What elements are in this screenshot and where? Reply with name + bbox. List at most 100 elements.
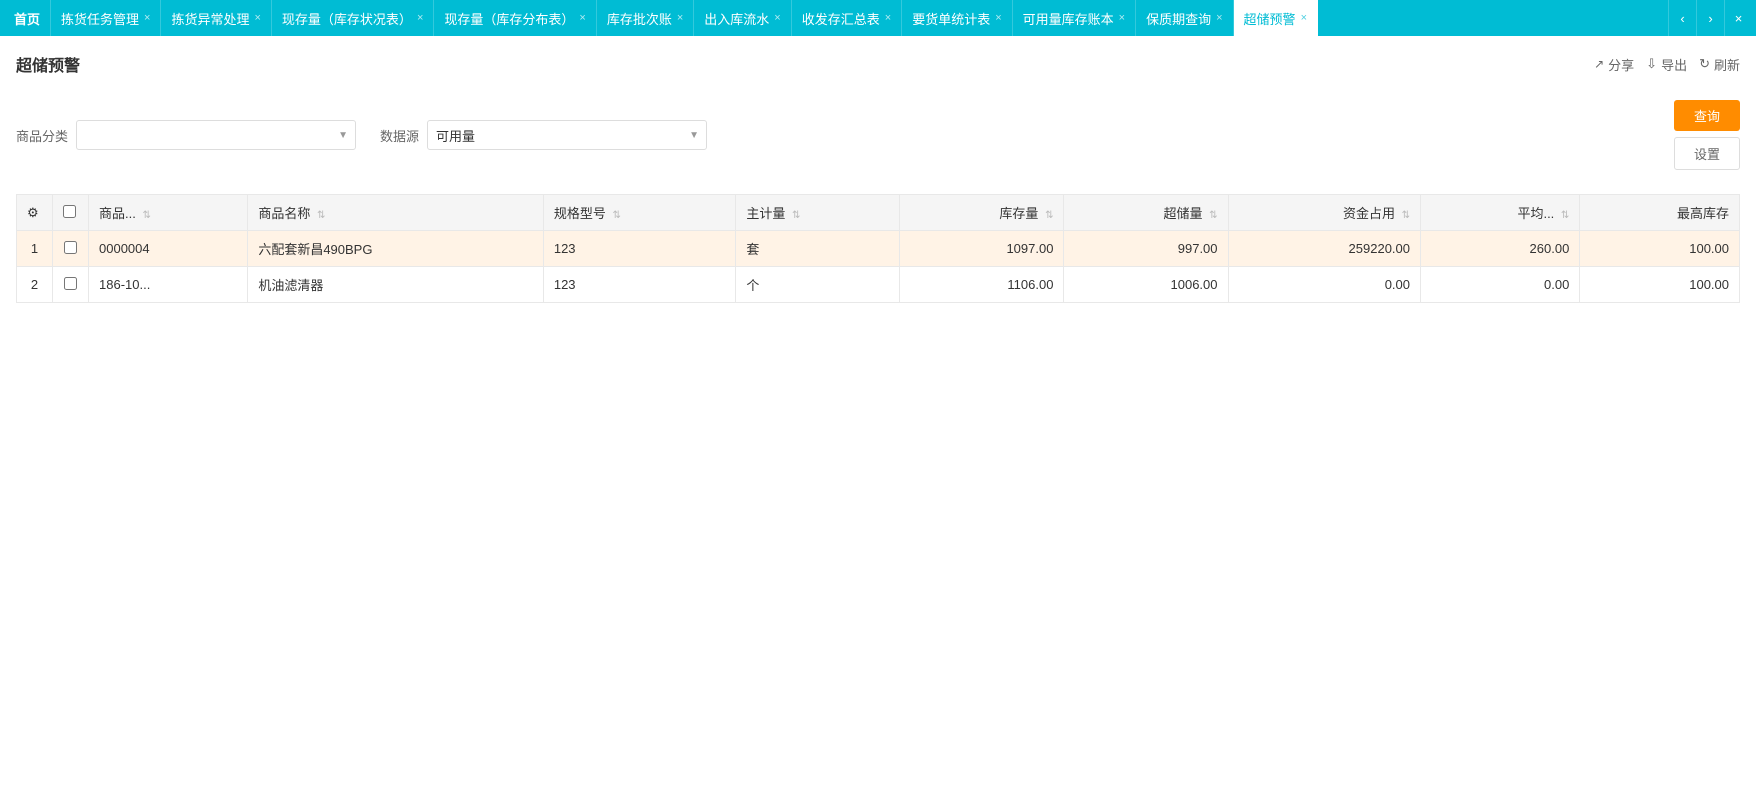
export-label: 导出 [1661, 55, 1687, 74]
th-product-name[interactable]: 商品名称 ⇅ [248, 195, 544, 231]
filter-buttons: 查询 设置 [1674, 100, 1740, 170]
tab-label: 现存量（库存状况表） [282, 9, 412, 28]
th-stock[interactable]: 库存量 ⇅ [900, 195, 1064, 231]
share-label: 分享 [1608, 55, 1634, 74]
product-category-input[interactable] [85, 128, 327, 143]
nav-tab-8[interactable]: 要货单统计表 × [902, 0, 1012, 36]
sort-icon-product-code: ⇅ [142, 210, 150, 221]
th-capital[interactable]: 资金占用 ⇅ [1228, 195, 1420, 231]
filter-row: 商品分类 ▼ 数据源 可用量 ▼ 查询 设置 [16, 92, 1740, 178]
nav-tab-3[interactable]: 现存量（库存状况表） × [272, 0, 434, 36]
th-unit[interactable]: 主计量 ⇅ [736, 195, 900, 231]
tab-label: 可用量库存账本 [1023, 9, 1114, 28]
nav-tab-7[interactable]: 收发存汇总表 × [792, 0, 902, 36]
row-avg: 260.00 [1421, 231, 1580, 267]
product-category-label: 商品分类 [16, 126, 68, 145]
row-checkbox-1[interactable] [64, 277, 77, 290]
tab-close-3[interactable]: × [417, 12, 423, 24]
row-capital: 0.00 [1228, 267, 1420, 303]
tab-close-10[interactable]: × [1216, 12, 1222, 24]
row-product-code: 0000004 [89, 231, 248, 267]
table-row: 2 186-10... 机油滤清器 123 个 1106.00 1006.00 … [17, 267, 1740, 303]
th-product-code[interactable]: 商品... ⇅ [89, 195, 248, 231]
data-source-select[interactable]: 可用量 [427, 120, 707, 150]
nav-tab-9[interactable]: 可用量库存账本 × [1013, 0, 1136, 36]
row-stock: 1097.00 [900, 231, 1064, 267]
tab-close-4[interactable]: × [579, 12, 585, 24]
product-category-select-wrapper: ▼ [76, 120, 356, 150]
data-source-select-wrapper: 可用量 ▼ [427, 120, 707, 150]
row-product-name: 六配套新昌490BPG [248, 231, 544, 267]
sort-icon-spec: ⇅ [612, 210, 620, 221]
share-icon: ↗ [1594, 57, 1604, 71]
th-max-stock[interactable]: 最高库存 [1580, 195, 1740, 231]
th-spec[interactable]: 规格型号 ⇅ [543, 195, 735, 231]
row-capital: 259220.00 [1228, 231, 1420, 267]
row-avg: 0.00 [1421, 267, 1580, 303]
tab-label: 拣货任务管理 [61, 9, 139, 28]
nav-prev-arrow[interactable]: ‹ [1668, 0, 1696, 36]
th-checkbox[interactable] [53, 195, 89, 231]
row-max-stock: 100.00 [1580, 231, 1740, 267]
nav-home[interactable]: 首页 [4, 0, 51, 36]
tab-close-1[interactable]: × [144, 12, 150, 24]
tab-close-5[interactable]: × [677, 12, 683, 24]
row-gear-cell: 1 [17, 231, 53, 267]
tab-label: 拣货异常处理 [171, 9, 249, 28]
row-overstock: 1006.00 [1064, 267, 1228, 303]
nav-tab-10[interactable]: 保质期查询 × [1136, 0, 1233, 36]
row-product-name: 机油滤清器 [248, 267, 544, 303]
nav-tab-4[interactable]: 现存量（库存分布表） × [434, 0, 596, 36]
row-checkbox-cell[interactable] [53, 267, 89, 303]
nav-close-all[interactable]: × [1724, 0, 1752, 36]
nav-tab-11[interactable]: 超储预警 × [1234, 0, 1318, 36]
page-title: 超储预警 [16, 52, 80, 76]
table-header-row: ⚙ 商品... ⇅ 商品名称 ⇅ 规格型号 ⇅ 主计量 [17, 195, 1740, 231]
nav-tab-5[interactable]: 库存批次账 × [597, 0, 694, 36]
nav-next-arrow[interactable]: › [1696, 0, 1724, 36]
tab-close-8[interactable]: × [995, 12, 1001, 24]
select-all-checkbox[interactable] [63, 205, 76, 218]
data-table: ⚙ 商品... ⇅ 商品名称 ⇅ 规格型号 ⇅ 主计量 [16, 194, 1740, 303]
page-content: 超储预警 ↗ 分享 ⇩ 导出 ↻ 刷新 商品分类 ▼ [0, 36, 1756, 800]
nav-tab-6[interactable]: 出入库流水 × [694, 0, 791, 36]
header-actions: ↗ 分享 ⇩ 导出 ↻ 刷新 [1594, 55, 1740, 74]
th-gear[interactable]: ⚙ [17, 195, 53, 231]
settings-button[interactable]: 设置 [1674, 137, 1740, 170]
query-button[interactable]: 查询 [1674, 100, 1740, 131]
tab-close-11[interactable]: × [1301, 12, 1307, 24]
sort-icon-overstock: ⇅ [1209, 210, 1217, 221]
share-button[interactable]: ↗ 分享 [1594, 55, 1634, 74]
export-button[interactable]: ⇩ 导出 [1646, 55, 1687, 74]
top-nav: 首页 拣货任务管理 × 拣货异常处理 × 现存量（库存状况表） × 现存量（库存… [0, 0, 1756, 36]
th-product-name-label: 商品名称 [258, 206, 310, 221]
sort-icon-capital: ⇅ [1402, 210, 1410, 221]
tab-label: 超储预警 [1244, 9, 1296, 28]
sort-icon-avg: ⇅ [1561, 210, 1569, 221]
th-avg[interactable]: 平均... ⇅ [1421, 195, 1580, 231]
tab-label: 库存批次账 [607, 9, 672, 28]
row-checkbox-0[interactable] [64, 241, 77, 254]
tab-label: 出入库流水 [704, 9, 769, 28]
th-avg-label: 平均... [1517, 206, 1554, 221]
nav-tab-2[interactable]: 拣货异常处理 × [161, 0, 271, 36]
sort-icon-stock: ⇅ [1045, 210, 1053, 221]
nav-tab-1[interactable]: 拣货任务管理 × [51, 0, 161, 36]
tab-close-2[interactable]: × [254, 12, 260, 24]
sort-icon-product-name: ⇅ [317, 210, 325, 221]
home-label: 首页 [14, 9, 40, 28]
data-source-filter: 数据源 可用量 ▼ [380, 120, 707, 150]
table-row: 1 0000004 六配套新昌490BPG 123 套 1097.00 997.… [17, 231, 1740, 267]
th-capital-label: 资金占用 [1343, 206, 1395, 221]
row-checkbox-cell[interactable] [53, 231, 89, 267]
tab-close-7[interactable]: × [885, 12, 891, 24]
row-gear-cell: 2 [17, 267, 53, 303]
refresh-button[interactable]: ↻ 刷新 [1699, 55, 1740, 74]
nav-arrows: ‹ › × [1668, 0, 1752, 36]
tab-close-9[interactable]: × [1119, 12, 1125, 24]
row-spec: 123 [543, 267, 735, 303]
th-overstock[interactable]: 超储量 ⇅ [1064, 195, 1228, 231]
tab-close-6[interactable]: × [774, 12, 780, 24]
row-spec: 123 [543, 231, 735, 267]
product-category-select[interactable] [76, 120, 356, 150]
